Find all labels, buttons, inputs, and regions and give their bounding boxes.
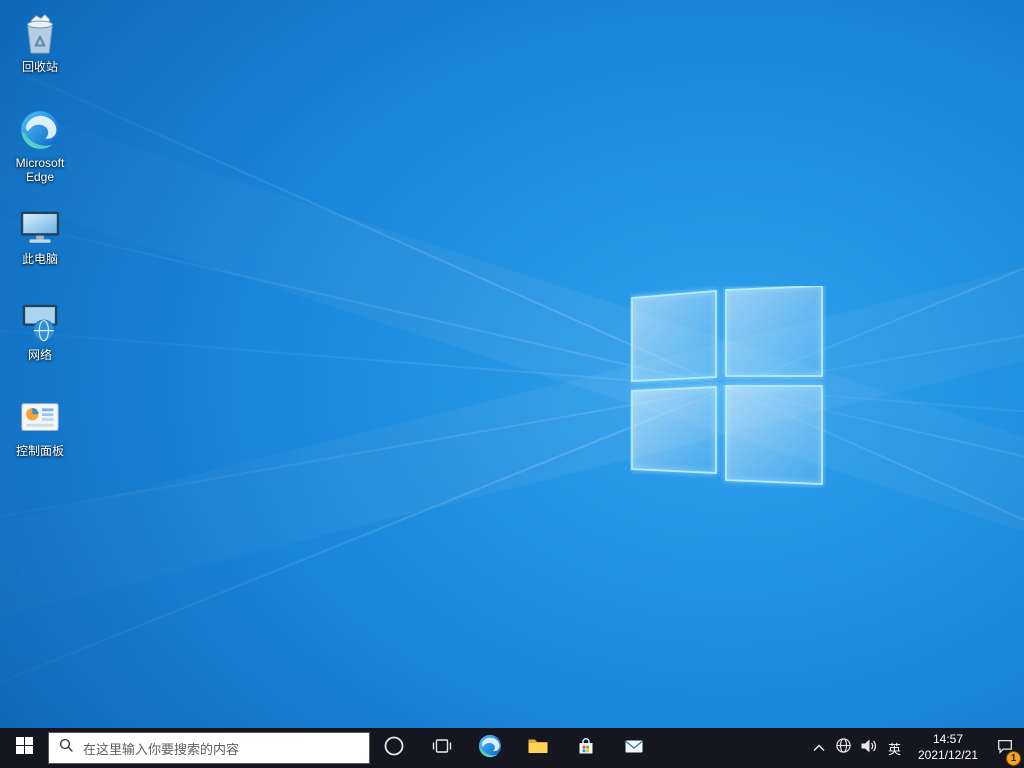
desktop-icon-recycle-bin[interactable]: 回收站	[3, 10, 77, 106]
desktop-icon-label: 控制面板	[15, 444, 64, 458]
file-explorer-button[interactable]	[514, 728, 562, 768]
desktop-icon-microsoft-edge[interactable]: Microsoft Edge	[3, 106, 77, 202]
action-center-button[interactable]: 1	[988, 728, 1022, 768]
this-pc-icon	[16, 202, 64, 250]
globe-icon	[835, 737, 852, 759]
speaker-icon	[860, 738, 878, 759]
control-panel-icon	[16, 394, 64, 442]
search-icon	[59, 738, 74, 758]
desktop-icon-network[interactable]: 网络	[3, 298, 77, 394]
mail-button[interactable]	[610, 728, 658, 768]
taskbar-clock[interactable]: 14:57 2021/12/21	[908, 728, 988, 768]
desktop-icon-label: Microsoft Edge	[15, 156, 65, 185]
desktop-icons: 回收站 Microsoft Edge 此电脑 网络 控制面板	[3, 10, 77, 490]
chevron-up-icon	[812, 739, 825, 757]
light-beam	[0, 132, 1024, 644]
file-explorer-icon	[526, 734, 550, 763]
desktop[interactable]: 回收站 Microsoft Edge 此电脑 网络 控制面板	[0, 0, 1024, 728]
light-ray	[0, 318, 1024, 458]
network-tray-button[interactable]	[831, 728, 856, 768]
system-tray: 英 14:57 2021/12/21 1	[806, 728, 1024, 768]
edge-taskbar-button[interactable]	[466, 728, 514, 768]
cortana-icon	[383, 735, 405, 762]
windows-logo-watermark	[630, 285, 826, 493]
recycle-bin-icon	[16, 10, 64, 58]
network-icon	[16, 298, 64, 346]
clock-date: 2021/12/21	[917, 748, 979, 762]
volume-button[interactable]	[856, 728, 881, 768]
microsoft-store-button[interactable]	[562, 728, 610, 768]
light-ray	[0, 235, 1024, 541]
desktop-icon-control-panel[interactable]: 控制面板	[3, 394, 77, 490]
notification-badge: 1	[1006, 751, 1021, 766]
clock-time: 14:57	[932, 732, 964, 747]
cortana-button[interactable]	[370, 728, 418, 768]
task-view-icon	[432, 736, 452, 761]
light-beam	[0, 74, 1024, 702]
desktop-icon-label: 此电脑	[21, 252, 58, 266]
desktop-icon-label: 回收站	[21, 60, 58, 74]
taskbar-search-box[interactable]: 在这里输入你要搜索的内容	[48, 732, 370, 764]
windows-start-icon	[15, 737, 33, 759]
light-ray	[0, 59, 1024, 717]
taskbar: 在这里输入你要搜索的内容 英 14:57 2021/12/21 1	[0, 728, 1024, 768]
desktop-icon-label: 网络	[27, 348, 52, 362]
language-indicator[interactable]: 英	[881, 728, 908, 768]
light-ray	[0, 190, 1024, 586]
start-button[interactable]	[0, 728, 48, 768]
light-ray	[0, 31, 1024, 728]
mail-icon	[623, 735, 645, 762]
edge-icon	[16, 106, 64, 154]
task-view-button[interactable]	[418, 728, 466, 768]
hidden-icons-button[interactable]	[806, 728, 831, 768]
search-placeholder: 在这里输入你要搜索的内容	[83, 741, 240, 757]
desktop-icon-this-pc[interactable]: 此电脑	[3, 202, 77, 298]
microsoft-store-icon	[575, 735, 597, 762]
edge-icon	[477, 733, 503, 764]
